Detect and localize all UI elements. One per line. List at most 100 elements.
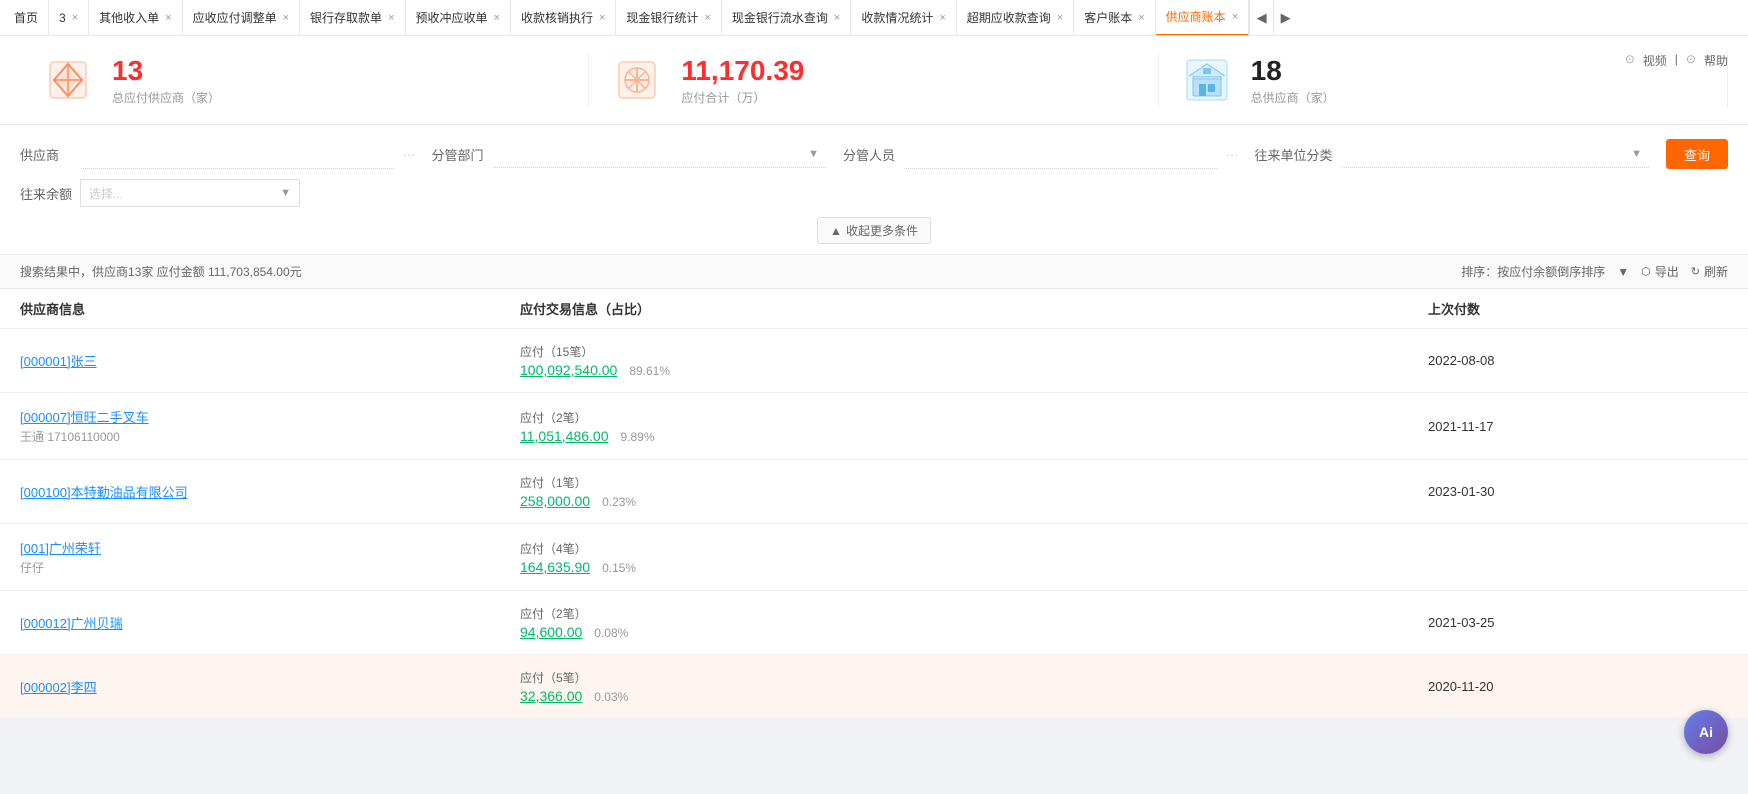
nav-tab-collection[interactable]: 收款核销执行 ×	[511, 0, 616, 36]
nav-tab-bank-close[interactable]: ×	[388, 12, 394, 24]
nav-tab-bank[interactable]: 银行存取款单 ×	[300, 0, 405, 36]
tx-amount-6[interactable]: 32,366.00	[520, 688, 582, 704]
nav-tab-other-income-label: 其他收入单	[99, 9, 159, 26]
nav-tab-3-label: 3	[59, 11, 66, 25]
table-header-transaction: 应付交易信息（占比）	[520, 299, 1428, 318]
supplier-sub-2: 王通 17106110000	[20, 428, 520, 445]
transaction-info-4: 应付（4笔） 164,635.90 0.15%	[520, 540, 1428, 575]
nav-tab-adjustment[interactable]: 应收应付调整单 ×	[183, 0, 300, 36]
ai-assistant-button[interactable]: Ai	[1684, 710, 1728, 754]
filter-row-1: 供应商 ··· 分管部门 ▼ 分管人员 ··· 往来单位分类	[20, 139, 1728, 169]
total-suppliers-count: 18	[1251, 54, 1335, 88]
nav-tab-collection-label: 收款核销执行	[521, 9, 593, 26]
nav-tab-customer-ledger-label: 客户账本	[1084, 9, 1132, 26]
nav-tab-customer-ledger[interactable]: 客户账本 ×	[1074, 0, 1155, 36]
supplier-info-4: [001]广州荣轩 仔仔	[20, 538, 520, 576]
top-navigation: 首页 3 × 其他收入单 × 应收应付调整单 × 银行存取款单 × 预收冲应收单…	[0, 0, 1748, 36]
tx-label-6: 应付（5笔）	[520, 669, 1428, 686]
payable-amount-label: 应付合计（万）	[681, 89, 804, 106]
summary-text-amount: 11,170.39 应付合计（万）	[681, 54, 804, 107]
nav-tab-supplier-ledger[interactable]: 供应商账本 ×	[1156, 0, 1249, 36]
refresh-button[interactable]: ↻ 刷新	[1691, 263, 1728, 280]
dept-arrow-icon: ▼	[808, 148, 819, 160]
nav-tab-supplier-ledger-close[interactable]: ×	[1232, 11, 1238, 23]
supplier-sub-4: 仔仔	[20, 559, 520, 576]
collapse-button[interactable]: ▲ 收起更多条件	[817, 217, 931, 244]
summary-text-payable: 13 总应付供应商（家）	[112, 54, 220, 107]
supplier-link-1[interactable]: [000001]张三	[20, 351, 520, 370]
nav-tab-cash-flow-close[interactable]: ×	[834, 12, 840, 24]
table-row: [000001]张三 应付（15笔） 100,092,540.00 89.61%…	[0, 329, 1748, 393]
nav-tab-receipt-stat[interactable]: 收款情况统计 ×	[851, 0, 956, 36]
supplier-link-4[interactable]: [001]广州荣轩	[20, 538, 520, 557]
nav-tab-receipt-stat-close[interactable]: ×	[939, 12, 945, 24]
supplier-info-3: [000100]本特勤油品有限公司	[20, 482, 520, 501]
dept-select[interactable]: ▼	[492, 140, 827, 168]
nav-tab-home[interactable]: 首页	[4, 0, 49, 36]
nav-tab-3[interactable]: 3 ×	[49, 0, 89, 36]
page-wrapper: 首页 3 × 其他收入单 × 应收应付调整单 × 银行存取款单 × 预收冲应收单…	[0, 0, 1748, 794]
tx-label-5: 应付（2笔）	[520, 605, 1428, 622]
supplier-link-3[interactable]: [000100]本特勤油品有限公司	[20, 482, 520, 501]
last-payment-6: 2020-11-20	[1428, 679, 1728, 694]
nav-tab-advance-close[interactable]: ×	[494, 12, 500, 24]
table-header-last-payment: 上次付数	[1428, 299, 1728, 318]
nav-tab-cash-flow-label: 现金银行流水查询	[732, 9, 828, 26]
export-icon: ⬡	[1641, 265, 1651, 278]
nav-tab-3-close[interactable]: ×	[72, 12, 78, 24]
nav-tab-customer-ledger-close[interactable]: ×	[1138, 12, 1144, 24]
payable-suppliers-count: 13	[112, 54, 220, 88]
nav-tab-cash-stat-close[interactable]: ×	[704, 12, 710, 24]
tx-amount-1[interactable]: 100,092,540.00	[520, 362, 617, 378]
tx-amount-3[interactable]: 258,000.00	[520, 493, 590, 509]
table-row: [000100]本特勤油品有限公司 应付（1笔） 258,000.00 0.23…	[0, 460, 1748, 524]
supplier-link-6[interactable]: [000002]李四	[20, 677, 520, 696]
balance-label: 往来余额	[20, 184, 72, 203]
nav-tab-cash-stat[interactable]: 现金银行统计 ×	[616, 0, 721, 36]
nav-tab-advance[interactable]: 预收冲应收单 ×	[406, 0, 511, 36]
nav-arrow-left[interactable]: ◀	[1249, 0, 1273, 36]
nav-tab-adjustment-close[interactable]: ×	[283, 12, 289, 24]
table-row: [001]广州荣轩 仔仔 应付（4笔） 164,635.90 0.15%	[0, 524, 1748, 591]
collapse-label: 收起更多条件	[846, 222, 918, 239]
filter-area: 供应商 ··· 分管部门 ▼ 分管人员 ··· 往来单位分类	[0, 125, 1748, 255]
export-button[interactable]: ⬡ 导出	[1641, 263, 1679, 280]
summary-card-payable-amount: 11,170.39 应付合计（万）	[589, 52, 1158, 108]
nav-tab-overdue[interactable]: 超期应收款查询 ×	[957, 0, 1074, 36]
diamond-icon	[40, 52, 96, 108]
last-payment-1: 2022-08-08	[1428, 353, 1728, 368]
person-input[interactable]	[903, 139, 1217, 169]
video-link[interactable]: 视频	[1643, 52, 1667, 69]
nav-tab-home-label: 首页	[14, 9, 38, 26]
category-arrow-icon: ▼	[1631, 148, 1642, 160]
tx-amount-2[interactable]: 11,051,486.00	[520, 428, 609, 444]
category-select[interactable]: ▼	[1341, 140, 1650, 168]
nav-tab-receipt-stat-label: 收款情况统计	[861, 9, 933, 26]
supplier-link-5[interactable]: [000012]广州贝瑞	[20, 613, 520, 632]
supplier-input[interactable]	[80, 139, 395, 169]
person-dots-icon[interactable]: ···	[1226, 147, 1239, 162]
tx-label-4: 应付（4笔）	[520, 540, 1428, 557]
nav-tab-other-income[interactable]: 其他收入单 ×	[89, 0, 182, 36]
transaction-info-3: 应付（1笔） 258,000.00 0.23%	[520, 474, 1428, 509]
nav-tab-other-income-close[interactable]: ×	[165, 12, 171, 24]
nav-arrow-right[interactable]: ▶	[1273, 0, 1297, 36]
nav-tab-overdue-label: 超期应收款查询	[967, 9, 1051, 26]
search-button[interactable]: 查询	[1666, 139, 1728, 169]
nav-tab-collection-close[interactable]: ×	[599, 12, 605, 24]
sort-arrow-icon[interactable]: ▼	[1617, 265, 1629, 279]
main-table: 供应商信息 应付交易信息（占比） 上次付数 [000001]张三 应付（15笔）…	[0, 289, 1748, 719]
tx-amount-5[interactable]: 94,600.00	[520, 624, 582, 640]
help-link[interactable]: 帮助	[1704, 52, 1728, 69]
supplier-dots-icon[interactable]: ···	[403, 147, 416, 162]
nav-tab-overdue-close[interactable]: ×	[1057, 12, 1063, 24]
transaction-info-5: 应付（2笔） 94,600.00 0.08%	[520, 605, 1428, 640]
supplier-link-2[interactable]: [000007]恒旺二手叉车	[20, 407, 520, 426]
nav-tab-supplier-ledger-label: 供应商账本	[1166, 8, 1226, 25]
nav-tab-cash-flow[interactable]: 现金银行流水查询 ×	[722, 0, 851, 36]
tx-amount-4[interactable]: 164,635.90	[520, 559, 590, 575]
nav-tab-advance-label: 预收冲应收单	[416, 9, 488, 26]
transaction-info-1: 应付（15笔） 100,092,540.00 89.61%	[520, 343, 1428, 378]
table-row: [000002]李四 应付（5笔） 32,366.00 0.03% 2020-1…	[0, 655, 1748, 719]
balance-select[interactable]: 选择... ▼	[80, 179, 300, 207]
